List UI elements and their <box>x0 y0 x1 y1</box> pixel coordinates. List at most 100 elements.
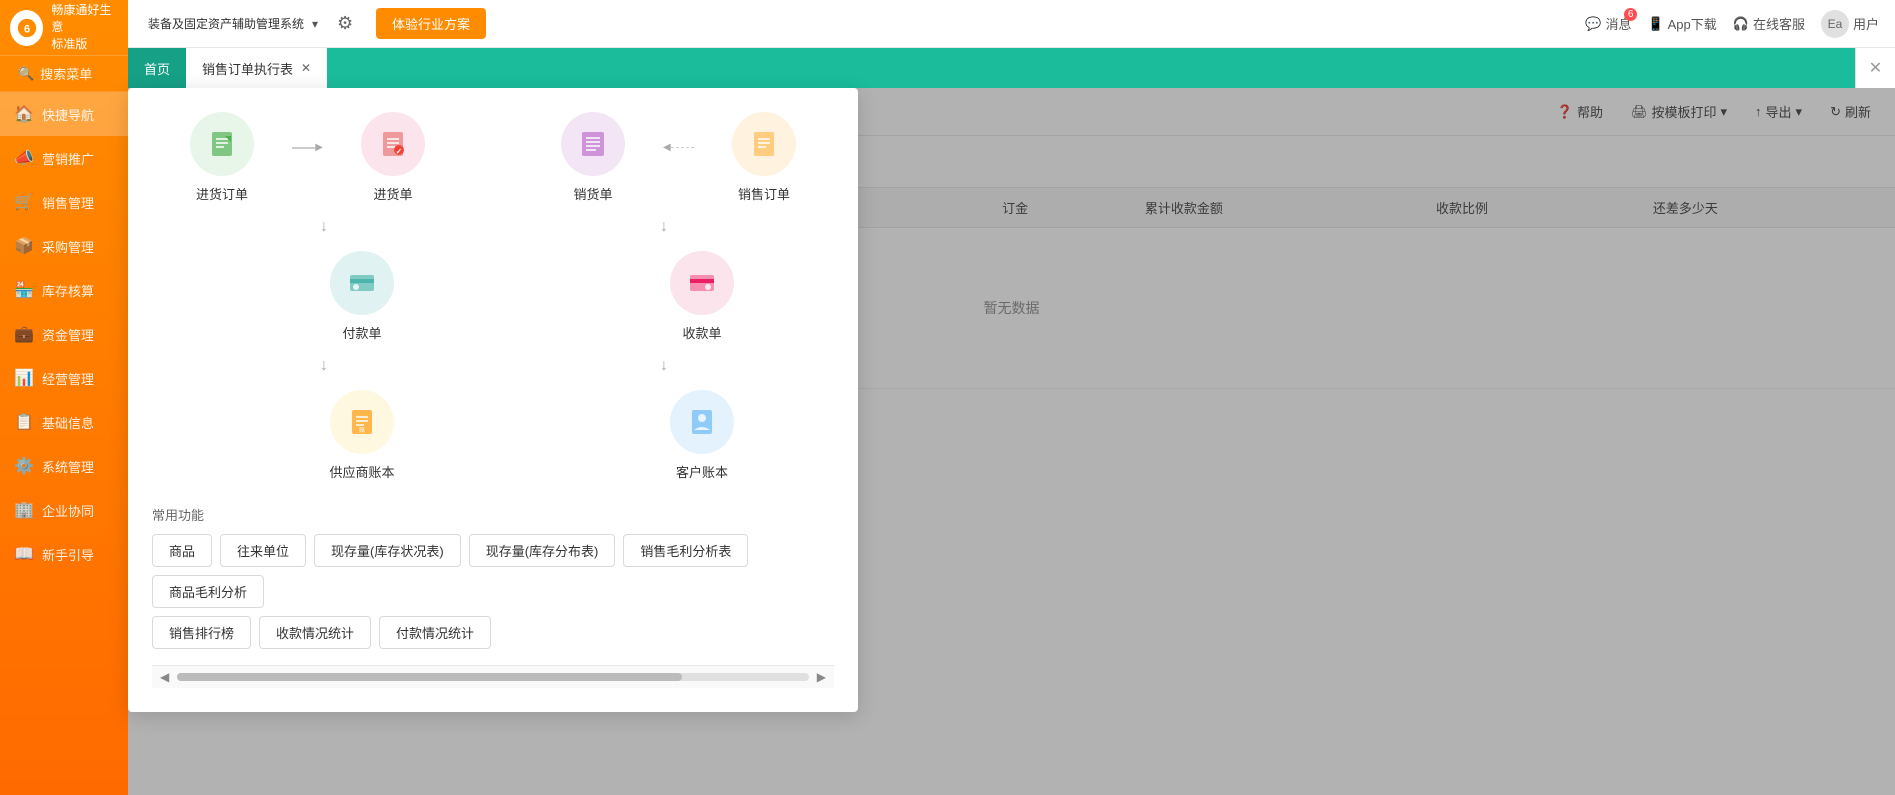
home-icon: 🏠 <box>14 104 34 124</box>
service-item[interactable]: 🎧 在线客服 <box>1733 14 1805 33</box>
sidebar-item-system[interactable]: ⚙️ 系统管理 <box>0 444 128 488</box>
purchase-bill-circle[interactable]: ✓ <box>361 112 425 176</box>
headset-icon: 🎧 <box>1733 16 1749 32</box>
search-icon: 🔍 <box>18 66 34 82</box>
header: 装备及固定资产辅助管理系统 ▾ ⚙ 体验行业方案 💬 消息 6 📱 App下载 … <box>128 0 1895 48</box>
common-functions: 常用功能 商品 往来单位 现存量(库存状况表) 现存量(库存分布表) 销售毛利分… <box>152 505 834 649</box>
experience-btn[interactable]: 体验行业方案 <box>376 8 486 39</box>
svg-text:✓: ✓ <box>396 147 403 156</box>
quick-nav-modal: 进货订单 ✓ <box>128 88 858 712</box>
sales-order-circle[interactable] <box>732 112 796 176</box>
common-btn-contacts[interactable]: 往来单位 <box>220 534 306 567</box>
system-title-dropdown[interactable]: 装备及固定资产辅助管理系统 ▾ <box>144 15 322 32</box>
tab-home[interactable]: 首页 <box>128 48 186 88</box>
sidebar-search[interactable]: 🔍 搜索菜单 <box>0 56 128 92</box>
common-btn-receipt-stats[interactable]: 收款情况统计 <box>259 616 371 649</box>
sidebar-item-purchase[interactable]: 📦 采购管理 <box>0 224 128 268</box>
enterprise-icon: 🏢 <box>14 500 34 520</box>
sidebar: 6 畅康通好生意 标准版 🔍 搜索菜单 🏠 快捷导航 📣 营销推广 🛒 销售管理… <box>0 0 128 795</box>
flow-diagram: 进货订单 ✓ <box>152 112 834 481</box>
flow-row-3: 账 供应商账本 客户账本 <box>152 390 834 481</box>
sidebar-logo: 6 畅康通好生意 标准版 <box>0 0 128 56</box>
arrow-sales-order-to-bill <box>663 142 694 153</box>
sidebar-item-operations[interactable]: 📊 经营管理 <box>0 356 128 400</box>
sidebar-item-marketing[interactable]: 📣 营销推广 <box>0 136 128 180</box>
flow-row-2: 付款单 收款单 <box>152 251 834 342</box>
settings-icon[interactable]: ⚙ <box>330 9 360 39</box>
marketing-icon: 📣 <box>14 148 34 168</box>
common-btn-sales-margin[interactable]: 销售毛利分析表 <box>623 534 748 567</box>
system-icon: ⚙️ <box>14 456 34 476</box>
base-info-icon: 📋 <box>14 412 34 432</box>
tab-bar: 首页 销售订单执行表 ✕ <box>128 48 1895 88</box>
flow-node-sales-order[interactable]: 销售订单 <box>694 112 834 203</box>
guide-icon: 📖 <box>14 544 34 564</box>
sales-icon: 🛒 <box>14 192 34 212</box>
phone-icon: 📱 <box>1647 16 1663 32</box>
tab-sales-exec[interactable]: 销售订单执行表 ✕ <box>186 48 327 88</box>
flow-node-receipt[interactable]: 收款单 <box>632 251 772 342</box>
flow-node-customer[interactable]: 客户账本 <box>632 390 772 481</box>
app-download-item[interactable]: 📱 App下载 <box>1647 14 1716 33</box>
logo-text: 畅康通好生意 标准版 <box>51 2 118 52</box>
logo-icon: 6 <box>10 10 43 46</box>
flow-node-sales-bill[interactable]: 销货单 <box>523 112 663 203</box>
common-btn-payment-stats[interactable]: 付款情况统计 <box>379 616 491 649</box>
flow-row-arrows2: ↓ ↓ <box>152 358 834 374</box>
supplier-circle[interactable]: 账 <box>330 390 394 454</box>
arrow-down-purchase: ↓ <box>292 219 356 235</box>
payment-circle[interactable] <box>330 251 394 315</box>
sidebar-item-quick-nav[interactable]: 🏠 快捷导航 <box>0 92 128 136</box>
arrow-down-payment: ↓ <box>292 358 356 374</box>
common-btn-stock-status[interactable]: 现存量(库存状况表) <box>314 534 461 567</box>
dropdown-arrow-icon: ▾ <box>312 17 318 31</box>
common-btn-product[interactable]: 商品 <box>152 534 212 567</box>
common-btn-product-margin[interactable]: 商品毛利分析 <box>152 575 264 608</box>
common-buttons-row2: 销售排行榜 收款情况统计 付款情况统计 <box>152 616 834 649</box>
flow-node-purchase-order[interactable]: 进货订单 <box>152 112 292 203</box>
purchase-order-circle[interactable] <box>190 112 254 176</box>
flow-row-arrows: ↓ ↓ <box>152 219 834 235</box>
message-icon: 💬 <box>1585 16 1601 32</box>
sales-bill-circle[interactable] <box>561 112 625 176</box>
message-badge: 6 <box>1624 8 1638 21</box>
header-right: 💬 消息 6 📱 App下载 🎧 在线客服 Ea 用户 <box>1585 10 1879 38</box>
operations-icon: 📊 <box>14 368 34 388</box>
sidebar-item-base-info[interactable]: 📋 基础信息 <box>0 400 128 444</box>
user-item[interactable]: Ea 用户 <box>1821 10 1879 38</box>
scroll-track[interactable] <box>177 673 809 681</box>
sidebar-item-guide[interactable]: 📖 新手引导 <box>0 532 128 576</box>
sidebar-navigation: 🏠 快捷导航 📣 营销推广 🛒 销售管理 📦 采购管理 🏪 库存核算 💼 资金管… <box>0 92 128 795</box>
finance-icon: 💼 <box>14 324 34 344</box>
scroll-left-btn[interactable]: ◀ <box>160 670 169 684</box>
avatar: Ea <box>1821 10 1849 38</box>
message-item[interactable]: 💬 消息 6 <box>1585 14 1631 33</box>
svg-text:6: 6 <box>24 23 30 35</box>
arrow-down-sales: ↓ <box>632 219 696 235</box>
overlay[interactable]: 进货订单 ✓ <box>128 88 1895 795</box>
scroll-right-btn[interactable]: ▶ <box>817 670 826 684</box>
sidebar-item-inventory[interactable]: 🏪 库存核算 <box>0 268 128 312</box>
scroll-bar: ◀ ▶ <box>152 665 834 688</box>
arrow-down-receipt: ↓ <box>632 358 696 374</box>
sidebar-item-enterprise[interactable]: 🏢 企业协同 <box>0 488 128 532</box>
flow-node-purchase-bill[interactable]: ✓ 进货单 <box>323 112 463 203</box>
purchase-icon: 📦 <box>14 236 34 256</box>
flow-node-supplier[interactable]: 账 供应商账本 <box>292 390 432 481</box>
receipt-circle[interactable] <box>670 251 734 315</box>
tab-close-all-btn[interactable]: ✕ <box>1855 48 1895 88</box>
arrow-purchase-order-to-bill <box>292 142 323 153</box>
flow-node-payment[interactable]: 付款单 <box>292 251 432 342</box>
common-btn-stock-dist[interactable]: 现存量(库存分布表) <box>469 534 616 567</box>
tab-close-icon[interactable]: ✕ <box>301 61 311 75</box>
system-title: 装备及固定资产辅助管理系统 <box>148 15 304 32</box>
scroll-thumb[interactable] <box>177 673 682 681</box>
common-buttons-row1: 商品 往来单位 现存量(库存状况表) 现存量(库存分布表) 销售毛利分析表 商品… <box>152 534 834 608</box>
customer-circle[interactable] <box>670 390 734 454</box>
inventory-icon: 🏪 <box>14 280 34 300</box>
sidebar-item-sales[interactable]: 🛒 销售管理 <box>0 180 128 224</box>
flow-row-1: 进货订单 ✓ <box>152 112 834 203</box>
svg-text:账: 账 <box>359 426 365 434</box>
common-btn-sales-rank[interactable]: 销售排行榜 <box>152 616 251 649</box>
sidebar-item-finance[interactable]: 💼 资金管理 <box>0 312 128 356</box>
